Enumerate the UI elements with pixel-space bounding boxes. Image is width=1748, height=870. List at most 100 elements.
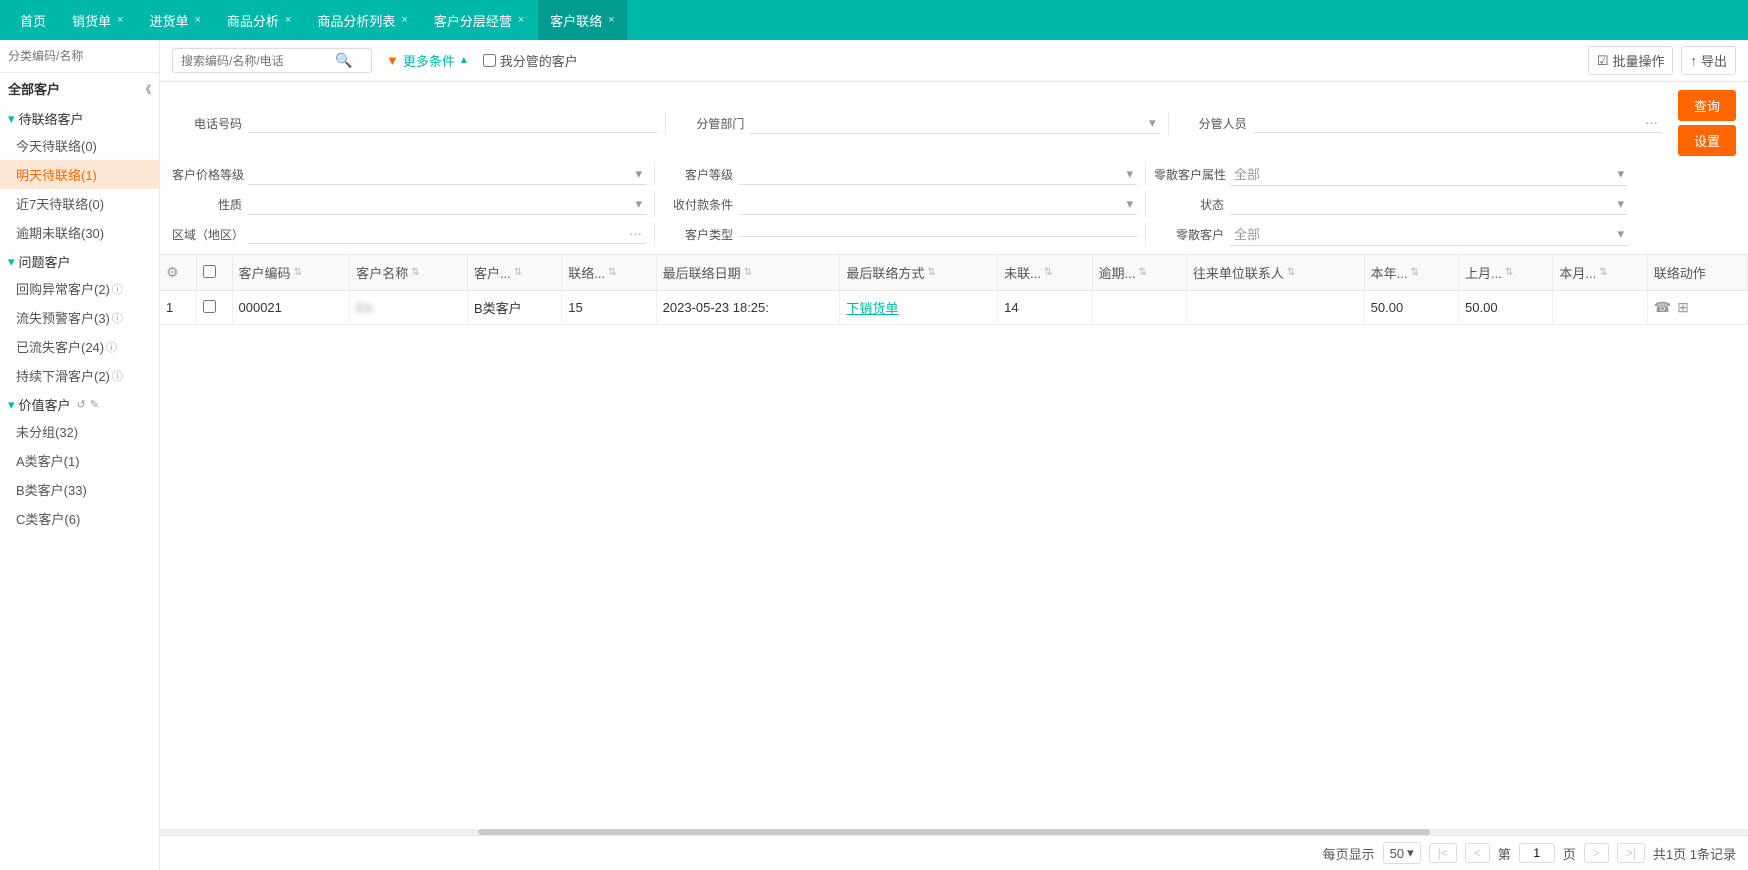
filter-region-select[interactable]: ··· — [248, 224, 646, 244]
select-all-checkbox[interactable] — [203, 265, 216, 278]
set-btn[interactable]: 设置 — [1678, 125, 1736, 156]
filter-customer-type-select[interactable] — [739, 232, 1137, 237]
settings-icon[interactable]: ⚙ — [166, 264, 179, 280]
sidebar-today-contact[interactable]: 今天待联络(0) — [0, 131, 159, 160]
nav-close-customer-layer[interactable]: × — [518, 14, 524, 26]
sort-icon-date: ⇅ — [744, 267, 752, 278]
horizontal-scrollbar[interactable] — [160, 829, 1748, 835]
page-size-selector[interactable]: 50 ▾ — [1383, 842, 1421, 864]
sidebar-declining[interactable]: 持续下滑客户(2) ⓘ — [0, 361, 159, 390]
nav-purchase[interactable]: 进货单 × — [137, 0, 212, 40]
filter-scatter-attr: 零散客户属性 全部 ▾ — [1154, 162, 1628, 186]
nav-close-product-list[interactable]: × — [401, 14, 407, 26]
nav-customer-contact[interactable]: 客户联络 × — [538, 0, 626, 40]
col-overdue[interactable]: 逾期... ⇅ — [1092, 255, 1186, 291]
sidebar-7days-contact[interactable]: 近7天待联络(0) — [0, 189, 159, 218]
filter-price-level-label: 客户价格等级 — [172, 166, 242, 183]
sidebar-repurchase-abnormal[interactable]: 回购异常客户(2) ⓘ — [0, 274, 159, 303]
nav-home[interactable]: 首页 — [8, 0, 58, 40]
col-settings[interactable]: ⚙ — [160, 255, 196, 291]
search-input[interactable] — [181, 54, 331, 68]
sidebar-tomorrow-contact[interactable]: 明天待联络(1) — [0, 160, 159, 189]
page-size-chevron-icon: ▾ — [1407, 845, 1414, 861]
filter-status-select[interactable]: ▾ — [1230, 194, 1628, 215]
filter-price-level-select[interactable]: ▾ — [248, 164, 646, 185]
filter-customer-level-select[interactable]: ▾ — [739, 164, 1137, 185]
filter-payment-select[interactable]: ▾ — [739, 194, 1137, 215]
action-more-icon[interactable]: ⊞ — [1677, 299, 1689, 316]
sidebar-churn-warning[interactable]: 流失预警客户(3) ⓘ — [0, 303, 159, 332]
col-this-month[interactable]: 本月... ⇅ — [1553, 255, 1647, 291]
sidebar-search-input[interactable] — [8, 49, 160, 63]
export-btn[interactable]: ↑ 导出 — [1681, 46, 1736, 75]
col-last-contact-date[interactable]: 最后联络日期 ⇅ — [656, 255, 840, 291]
cell-last-contact-method[interactable]: 下销货单 — [840, 291, 998, 325]
more-icon-manager: ··· — [1645, 115, 1658, 130]
filter-manager-select[interactable]: ··· — [1253, 113, 1662, 133]
cell-checkbox[interactable] — [196, 291, 232, 325]
value-group-refresh-icon[interactable]: ↺ — [77, 398, 86, 411]
content-area: 🔍 ▼ 更多条件 ▲ 我分管的客户 ☑ 批量操作 ↑ 导出 — [160, 40, 1748, 870]
col-year-amount[interactable]: 本年... ⇅ — [1364, 255, 1458, 291]
filter-dept-select[interactable]: ▾ — [750, 113, 1159, 134]
action-call-icon[interactable]: ☎ — [1654, 299, 1671, 316]
scrollbar-thumb[interactable] — [478, 829, 1431, 835]
main-layout: 🔍 全部客户 《 ▾ 待联络客户 今天待联络(0) 明天待联络(1) 近7天待联… — [0, 40, 1748, 870]
more-filter-btn[interactable]: ▼ 更多条件 ▲ — [380, 48, 475, 73]
sidebar-class-a[interactable]: A类客户(1) — [0, 446, 159, 475]
page-number-input[interactable] — [1519, 843, 1555, 863]
filter-price-level: 客户价格等级 ▾ — [172, 164, 646, 185]
row-checkbox[interactable] — [203, 300, 216, 313]
nav-close-purchase[interactable]: × — [194, 14, 200, 26]
page-prev-btn[interactable]: < — [1465, 843, 1490, 863]
sidebar-churned[interactable]: 已流失客户(24) ⓘ — [0, 332, 159, 361]
sidebar-overdue-contact[interactable]: 逾期未联络(30) — [0, 218, 159, 247]
filter-phone-input[interactable] — [248, 114, 657, 133]
batch-operation-btn[interactable]: ☑ 批量操作 — [1588, 46, 1674, 75]
chevron-down-price: ▾ — [635, 166, 642, 182]
value-group-edit-icon[interactable]: ✎ — [90, 398, 99, 411]
nav-product-analysis[interactable]: 商品分析 × — [215, 0, 303, 40]
sidebar-ungrouped[interactable]: 未分组(32) — [0, 417, 159, 446]
nav-close-sales[interactable]: × — [117, 14, 123, 26]
col-no-contact[interactable]: 未联... ⇅ — [998, 255, 1092, 291]
nav-sales[interactable]: 销货单 × — [60, 0, 135, 40]
more-icon-region: ··· — [629, 226, 642, 241]
per-page-label: 每页显示 — [1323, 844, 1375, 863]
col-last-month[interactable]: 上月... ⇅ — [1459, 255, 1553, 291]
chevron-down-payment: ▾ — [1126, 196, 1133, 212]
cell-contact-count: 15 — [562, 291, 656, 325]
group-pending-contact: ▾ 待联络客户 — [0, 104, 159, 131]
sort-icon-type: ⇅ — [514, 267, 522, 278]
page-next-btn[interactable]: > — [1584, 843, 1609, 863]
checkbox-icon: ☑ — [1597, 53, 1609, 69]
all-customers-header[interactable]: 全部客户 《 — [0, 73, 159, 104]
nav-close-product-analysis[interactable]: × — [285, 14, 291, 26]
info-icon-4: ⓘ — [112, 368, 123, 384]
col-last-contact-method[interactable]: 最后联络方式 ⇅ — [840, 255, 998, 291]
nav-close-customer-contact[interactable]: × — [608, 14, 614, 26]
page-first-btn[interactable]: |< — [1429, 843, 1457, 863]
my-customers-checkbox-label[interactable]: 我分管的客户 — [483, 51, 578, 70]
my-customers-checkbox[interactable] — [483, 54, 496, 67]
filter-scatter-customer-select[interactable]: 全部 ▾ — [1230, 222, 1628, 246]
col-unit-contact[interactable]: 往来单位联系人 ⇅ — [1186, 255, 1364, 291]
page-last-btn[interactable]: >| — [1617, 843, 1645, 863]
search-icon[interactable]: 🔍 — [335, 52, 352, 69]
contact-method-link[interactable]: 下销货单 — [846, 301, 898, 316]
col-contact-count[interactable]: 联络... ⇅ — [562, 255, 656, 291]
filter-scatter-attr-select[interactable]: 全部 ▾ — [1230, 162, 1628, 186]
page-label: 第 — [1498, 844, 1511, 863]
filter-payment: 收付款条件 ▾ — [663, 194, 1137, 215]
col-checkbox[interactable] — [196, 255, 232, 291]
sidebar-class-c[interactable]: C类客户(6) — [0, 504, 159, 533]
nav-customer-layer[interactable]: 客户分层经营 × — [422, 0, 536, 40]
per-page-value: 50 — [1390, 846, 1404, 861]
query-btn[interactable]: 查询 — [1678, 90, 1736, 121]
col-name[interactable]: 客户名称 ⇅ — [350, 255, 468, 291]
nav-product-analysis-list[interactable]: 商品分析列表 × — [305, 0, 419, 40]
filter-nature-select[interactable]: ▾ — [248, 194, 646, 215]
sidebar-class-b[interactable]: B类客户(33) — [0, 475, 159, 504]
col-type[interactable]: 客户... ⇅ — [467, 255, 561, 291]
col-code[interactable]: 客户编码 ⇅ — [232, 255, 350, 291]
